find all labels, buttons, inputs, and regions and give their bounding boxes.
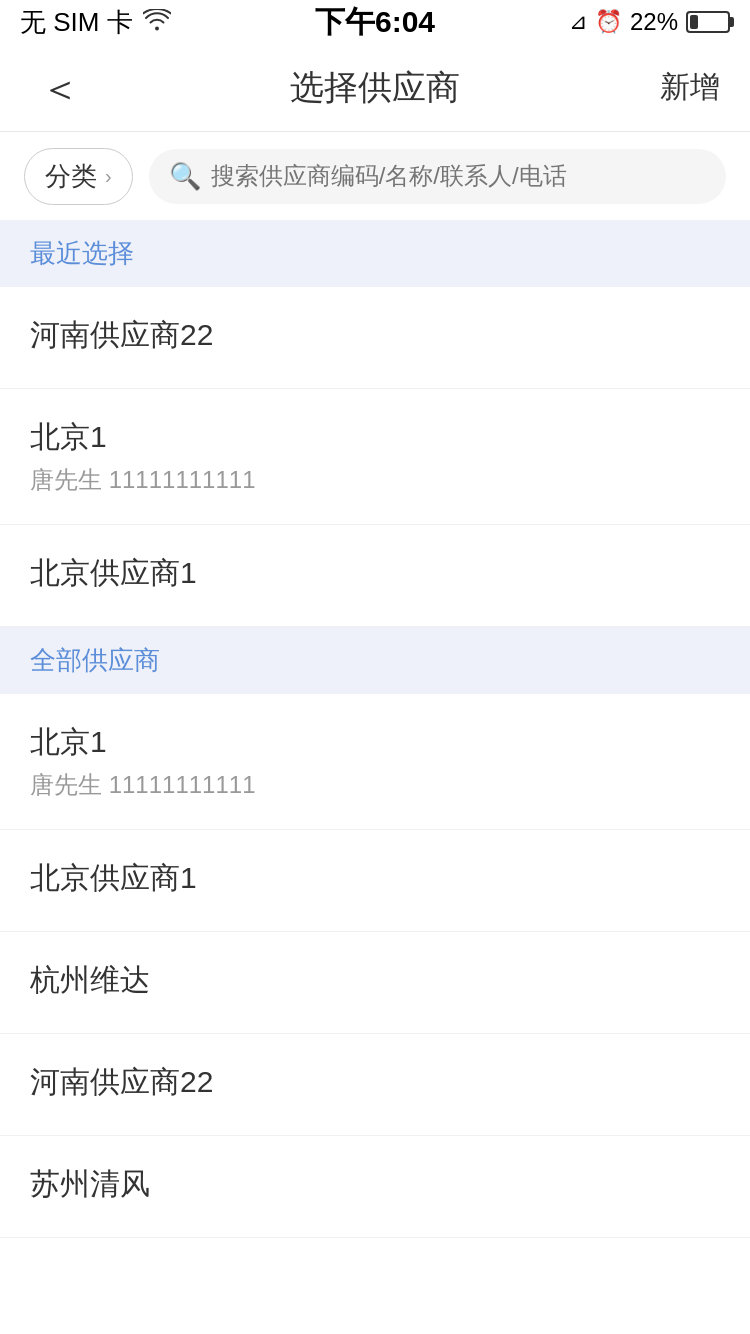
recent-section-title: 最近选择	[30, 238, 134, 268]
add-button[interactable]: 新增	[660, 67, 720, 108]
item-name: 苏州清风	[30, 1164, 720, 1205]
item-name: 杭州维达	[30, 960, 720, 1001]
all-items-list: 北京1 唐先生 11111111111 北京供应商1 杭州维达河南供应商22 苏州清风	[0, 694, 750, 1238]
item-name: 北京1	[30, 417, 720, 458]
back-button[interactable]: ＜	[30, 58, 90, 118]
recent-items-list: 河南供应商22 北京1 唐先生 11111111111 北京供应商1	[0, 287, 750, 627]
wifi-icon	[143, 7, 171, 38]
battery-fill	[690, 15, 698, 29]
category-button[interactable]: 分类 ›	[24, 148, 133, 205]
item-name: 北京1	[30, 722, 720, 763]
status-left: 无 SIM 卡	[20, 5, 171, 40]
page-title: 选择供应商	[290, 65, 460, 111]
status-right: ⊿ ⏰ 22%	[569, 8, 730, 36]
battery-percentage: 22%	[630, 8, 678, 36]
recent-section-header: 最近选择	[0, 220, 750, 287]
filter-bar: 分类 › 🔍	[0, 132, 750, 220]
status-bar: 无 SIM 卡 下午6:04 ⊿ ⏰ 22%	[0, 0, 750, 44]
item-name: 北京供应商1	[30, 858, 720, 899]
search-input[interactable]	[211, 162, 706, 190]
search-box[interactable]: 🔍	[149, 149, 726, 204]
item-name: 河南供应商22	[30, 1062, 720, 1103]
all-section-title: 全部供应商	[30, 645, 160, 675]
list-item[interactable]: 北京1 唐先生 11111111111	[0, 694, 750, 830]
list-item[interactable]: 河南供应商22	[0, 1034, 750, 1136]
carrier-text: 无 SIM 卡	[20, 5, 133, 40]
item-name: 河南供应商22	[30, 315, 720, 356]
battery-icon	[686, 11, 730, 33]
status-time: 下午6:04	[315, 2, 435, 43]
category-label: 分类	[45, 159, 97, 194]
search-icon: 🔍	[169, 161, 201, 192]
list-item[interactable]: 河南供应商22	[0, 287, 750, 389]
nav-bar: ＜ 选择供应商 新增	[0, 44, 750, 132]
list-item[interactable]: 杭州维达	[0, 932, 750, 1034]
all-section-header: 全部供应商	[0, 627, 750, 694]
list-item[interactable]: 北京供应商1	[0, 525, 750, 627]
list-item[interactable]: 苏州清风	[0, 1136, 750, 1238]
item-detail: 唐先生 11111111111	[30, 769, 720, 801]
item-name: 北京供应商1	[30, 553, 720, 594]
chevron-right-icon: ›	[105, 165, 112, 188]
list-item[interactable]: 北京供应商1	[0, 830, 750, 932]
location-icon: ⊿	[569, 9, 587, 35]
item-detail: 唐先生 11111111111	[30, 464, 720, 496]
alarm-icon: ⏰	[595, 9, 622, 35]
list-item[interactable]: 北京1 唐先生 11111111111	[0, 389, 750, 525]
